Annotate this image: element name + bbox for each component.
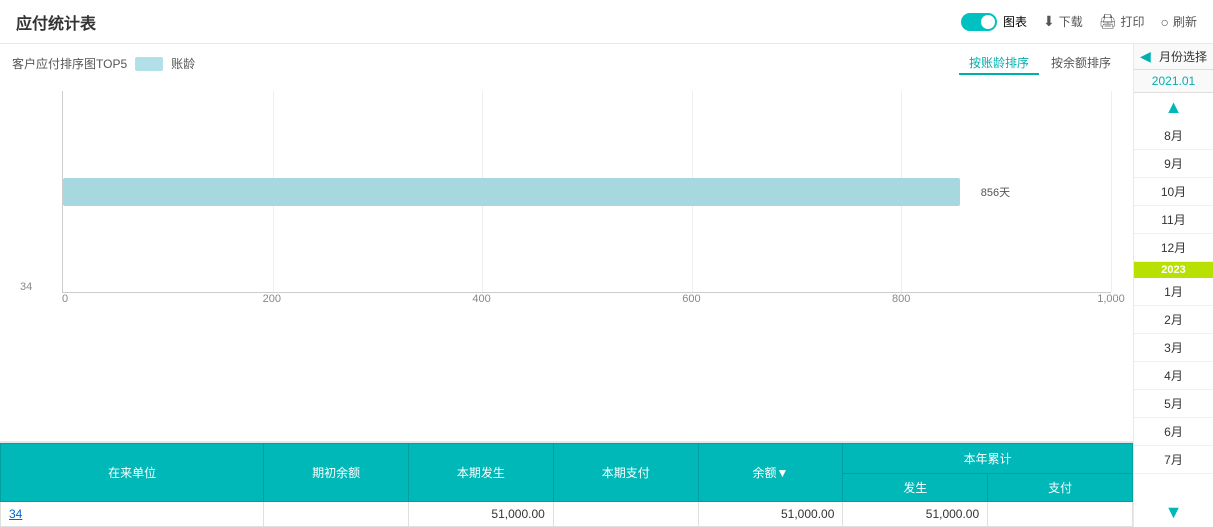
download-button[interactable]: ⬇ 下载 (1043, 13, 1083, 30)
col-header-year-accum: 本年累计 (843, 444, 1133, 474)
table-section: 在来单位 期初余额 本期发生 本期支付 余额▼ 本年累计 发生 支付 (0, 442, 1133, 527)
col-header-year-occur: 发生 (843, 474, 988, 502)
sidebar-expand-row: ◀ 月份选择 (1134, 44, 1213, 70)
selected-date-label: 2021.01 (1134, 70, 1213, 93)
chart-legend: 客户应付排序图TOP5 账龄 (12, 55, 195, 72)
main-panel: 客户应付排序图TOP5 账龄 按账龄排序 按余额排序 34 (0, 44, 1133, 527)
scroll-down-button[interactable]: ▼ (1134, 498, 1213, 527)
month-item-1[interactable]: 1月 (1134, 278, 1213, 306)
col-header-balance: 余额▼ (698, 444, 843, 502)
month-item-8[interactable]: 8月 (1134, 122, 1213, 150)
year-marker-2023: 2023 (1134, 262, 1213, 278)
chart-toggle-label: 图表 (1003, 13, 1027, 30)
month-item-7[interactable]: 7月 (1134, 446, 1213, 474)
col-header-period-occur: 本期发生 (409, 444, 554, 502)
bar-34 (63, 178, 960, 206)
col-header-period-pay: 本期支付 (553, 444, 698, 502)
chart-section: 客户应付排序图TOP5 账龄 按账龄排序 按余额排序 34 (0, 44, 1133, 442)
refresh-icon: ○ (1161, 14, 1169, 30)
print-icon: 🖨 (1099, 13, 1117, 30)
content-area: 客户应付排序图TOP5 账龄 按账龄排序 按余额排序 34 (0, 44, 1213, 527)
x-label-400: 400 (472, 293, 490, 305)
chart-plot: 856天 (62, 91, 1111, 293)
sidebar-title-label: 月份选择 (1159, 48, 1207, 65)
cell-period-pay (553, 502, 698, 527)
print-label: 打印 (1121, 13, 1145, 30)
table-header-row-top: 在来单位 期初余额 本期发生 本期支付 余额▼ 本年累计 (1, 444, 1133, 474)
toggle-thumb (981, 15, 995, 29)
chart-toggle[interactable]: 图表 (961, 13, 1027, 31)
x-label-1000: 1,000 (1097, 293, 1125, 305)
expand-left-icon[interactable]: ◀ (1140, 48, 1151, 65)
chart-body: 34 856天 (12, 81, 1121, 321)
month-item-9[interactable]: 9月 (1134, 150, 1213, 178)
download-label: 下载 (1059, 13, 1083, 30)
scroll-up-button[interactable]: ▲ (1134, 93, 1213, 122)
x-axis: 0 200 400 600 800 1,000 (62, 293, 1111, 321)
month-item-12[interactable]: 12月 (1134, 234, 1213, 262)
chart-header: 客户应付排序图TOP5 账龄 按账龄排序 按余额排序 (12, 52, 1121, 75)
right-sidebar: ◀ 月份选择 2021.01 ▲ 8月 9月 10月 11月 12月 2023 … (1133, 44, 1213, 527)
bar-row-34: 856天 (63, 178, 960, 206)
grid-line-1000 (1111, 91, 1112, 292)
main-container: 应付统计表 图表 ⬇ 下载 🖨 打印 ○ 刷新 (0, 0, 1213, 527)
cell-period-occur: 51,000.00 (409, 502, 554, 527)
header: 应付统计表 图表 ⬇ 下载 🖨 打印 ○ 刷新 (0, 0, 1213, 44)
chart-sort-buttons: 按账龄排序 按余额排序 (959, 52, 1121, 75)
month-item-5[interactable]: 5月 (1134, 390, 1213, 418)
cell-period-start (264, 502, 409, 527)
month-item-11[interactable]: 11月 (1134, 206, 1213, 234)
refresh-label: 刷新 (1173, 13, 1197, 30)
col-header-year-pay: 支付 (988, 474, 1133, 502)
header-actions: 图表 ⬇ 下载 🖨 打印 ○ 刷新 (961, 13, 1197, 31)
bar-value-34: 856天 (981, 184, 1010, 200)
y-label-34: 34 (20, 281, 38, 293)
refresh-button[interactable]: ○ 刷新 (1161, 13, 1197, 30)
table-body: 34 51,000.00 51,000.00 51,000.00 (1, 502, 1133, 527)
month-item-6[interactable]: 6月 (1134, 418, 1213, 446)
x-label-0: 0 (62, 293, 68, 305)
legend-box-label: 账龄 (171, 55, 195, 72)
month-item-10[interactable]: 10月 (1134, 178, 1213, 206)
sort-by-balance-button[interactable]: 按余额排序 (1041, 52, 1121, 75)
download-icon: ⬇ (1043, 13, 1055, 30)
month-item-2[interactable]: 2月 (1134, 306, 1213, 334)
print-button[interactable]: 🖨 打印 (1099, 13, 1145, 30)
table-row: 34 51,000.00 51,000.00 51,000.00 (1, 502, 1133, 527)
x-label-200: 200 (263, 293, 281, 305)
sort-by-age-button[interactable]: 按账龄排序 (959, 52, 1039, 75)
cell-balance: 51,000.00 (698, 502, 843, 527)
cell-year-occur: 51,000.00 (843, 502, 988, 527)
month-item-4[interactable]: 4月 (1134, 362, 1213, 390)
unit-link[interactable]: 34 (9, 507, 22, 521)
toggle-track[interactable] (961, 13, 997, 31)
legend-label: 客户应付排序图TOP5 (12, 55, 127, 72)
cell-year-pay (988, 502, 1133, 527)
x-label-600: 600 (682, 293, 700, 305)
cell-unit: 34 (1, 502, 264, 527)
month-list: 8月 9月 10月 11月 12月 2023 1月 2月 3月 4月 5月 6月… (1134, 122, 1213, 498)
col-header-unit: 在来单位 (1, 444, 264, 502)
data-table: 在来单位 期初余额 本期发生 本期支付 余额▼ 本年累计 发生 支付 (0, 443, 1133, 527)
x-label-800: 800 (892, 293, 910, 305)
page-title: 应付统计表 (16, 10, 96, 34)
month-item-3[interactable]: 3月 (1134, 334, 1213, 362)
col-header-period-start: 期初余额 (264, 444, 409, 502)
legend-box (135, 57, 163, 71)
